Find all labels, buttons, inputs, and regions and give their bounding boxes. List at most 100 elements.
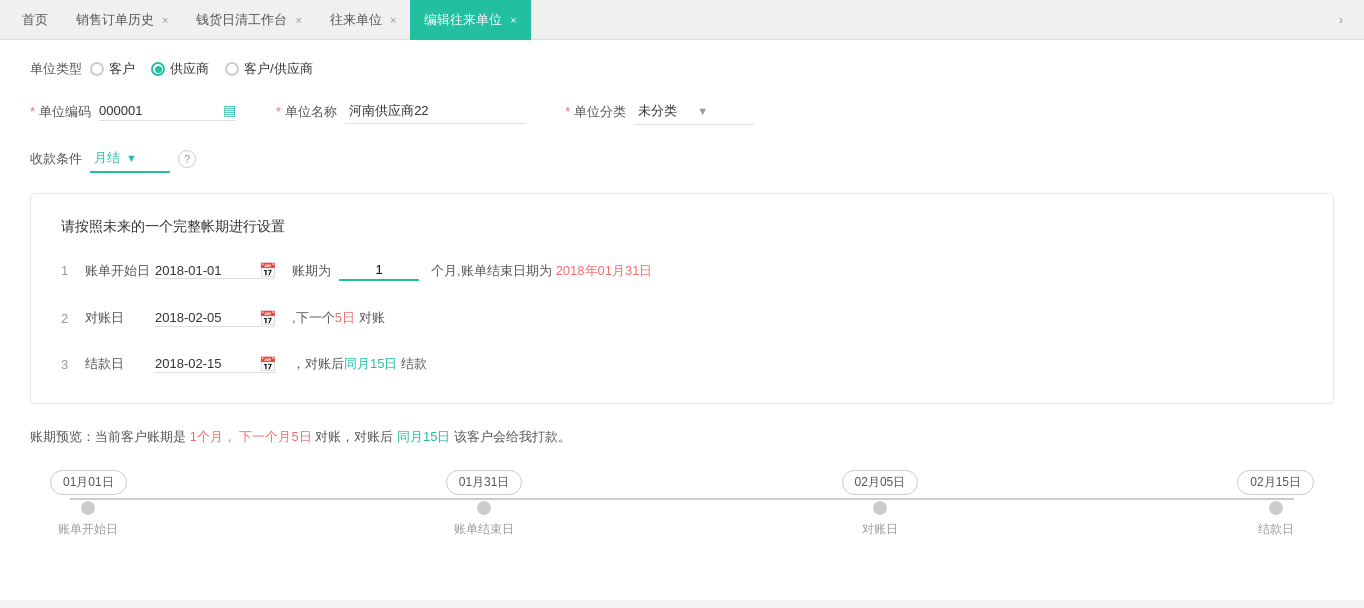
tab-partner[interactable]: 往来单位 × — [316, 0, 410, 40]
tl-label-1: 01月01日 — [50, 470, 127, 495]
tl-node-2: 01月31日 账单结束日 — [446, 470, 523, 538]
tl-node-4: 02月15日 结款日 — [1237, 470, 1314, 538]
period-input[interactable] — [339, 260, 419, 281]
unit-category-value: 未分类 — [638, 102, 691, 120]
tab-expand-button[interactable]: › — [1326, 12, 1356, 27]
unit-category-label: 单位分类 — [574, 103, 626, 121]
payment-prefix: ，对账后 — [292, 355, 344, 373]
preview-end: 该客户会给我打款。 — [454, 429, 571, 444]
reconcile-date-calendar-icon[interactable]: 📅 — [259, 310, 276, 326]
unit-type-row: 单位类型 客户 供应商 客户/供应商 — [30, 60, 1334, 78]
tl-sublabel-2: 账单结束日 — [454, 521, 514, 538]
tl-dot-4 — [1269, 501, 1283, 515]
close-edit-partner-tab[interactable]: × — [510, 14, 516, 26]
timeline-container: 01月01日 账单开始日 01月31日 账单结束日 02月05日 对账日 02月… — [30, 470, 1334, 538]
row-num-2: 2 — [61, 311, 85, 326]
unit-name-item: * 单位名称 — [276, 100, 525, 124]
unit-name-required: * — [276, 104, 281, 119]
tl-node-1: 01月01日 账单开始日 — [50, 470, 127, 538]
unit-category-arrow-icon: ▼ — [697, 105, 750, 117]
tl-sublabel-1: 账单开始日 — [58, 521, 118, 538]
row-label-3: 结款日 — [85, 355, 155, 373]
close-cashier-tab[interactable]: × — [295, 14, 301, 26]
unit-name-label: 单位名称 — [285, 103, 337, 121]
preview-middle: 下一个月5日 — [239, 429, 311, 444]
setting-row-2: 2 对账日 📅 ,下一个 5日 对账 — [61, 309, 1303, 327]
tl-dot-1 — [81, 501, 95, 515]
row-label-2: 对账日 — [85, 309, 155, 327]
setting-row-3: 3 结款日 📅 ，对账后 同月15日 结款 — [61, 355, 1303, 373]
tl-label-3: 02月05日 — [842, 470, 919, 495]
payment-date-input[interactable] — [155, 356, 255, 371]
radio-circle-both — [225, 62, 239, 76]
tab-edit-partner[interactable]: 编辑往来单位 × — [410, 0, 530, 40]
tl-dot-3 — [873, 501, 887, 515]
period-prefix: 账期为 — [292, 262, 331, 280]
payment-day-highlight: 同月15日 — [344, 355, 397, 373]
setting-row-1: 1 账单开始日 📅 账期为 个月,账单结束日期为 2018年01月31日 — [61, 260, 1303, 281]
page-content: 单位类型 客户 供应商 客户/供应商 * 单位编码 — [0, 40, 1364, 600]
tl-dot-2 — [477, 501, 491, 515]
payment-help-icon[interactable]: ? — [178, 150, 196, 168]
tl-label-4: 02月15日 — [1237, 470, 1314, 495]
unit-type-label: 单位类型 — [30, 60, 82, 78]
reconcile-suffix: 对账 — [359, 309, 385, 327]
tl-sublabel-4: 结款日 — [1258, 521, 1294, 538]
payment-condition-arrow-icon: ▼ — [126, 152, 137, 164]
settings-title: 请按照未来的一个完整帐期进行设置 — [61, 218, 1303, 236]
radio-label-supplier: 供应商 — [170, 60, 209, 78]
preview-period: 1个月， — [190, 429, 236, 444]
preview-mid2: 对账，对账后 — [315, 429, 393, 444]
timeline-nodes: 01月01日 账单开始日 01月31日 账单结束日 02月05日 对账日 02月… — [50, 470, 1314, 538]
unit-code-required: * — [30, 104, 35, 119]
radio-group-unit-type: 客户 供应商 客户/供应商 — [90, 60, 313, 78]
reconcile-day-highlight: 5日 — [335, 309, 355, 327]
end-date-highlight: 2018年01月31日 — [556, 262, 653, 280]
payment-condition-label: 收款条件 — [30, 150, 82, 168]
tab-sales-history[interactable]: 销售订单历史 × — [62, 0, 182, 40]
close-sales-history-tab[interactable]: × — [162, 14, 168, 26]
unit-code-input[interactable] — [99, 103, 219, 118]
payment-condition-row: 收款条件 月结 ▼ ? — [30, 145, 1334, 173]
unit-category-select[interactable]: 未分类 ▼ — [634, 98, 754, 125]
radio-customer[interactable]: 客户 — [90, 60, 135, 78]
close-partner-tab[interactable]: × — [390, 14, 396, 26]
row-num-1: 1 — [61, 263, 85, 278]
tl-node-3: 02月05日 对账日 — [842, 470, 919, 538]
period-suffix: 个月,账单结束日期为 — [431, 262, 552, 280]
preview-label: 账期预览：当前客户账期是 — [30, 429, 186, 444]
unit-type-item: 单位类型 客户 供应商 客户/供应商 — [30, 60, 313, 78]
payment-condition-value: 月结 — [94, 149, 120, 167]
reconcile-prefix: ,下一个 — [292, 309, 335, 327]
row-label-1: 账单开始日 — [85, 262, 155, 280]
radio-label-customer: 客户 — [109, 60, 135, 78]
tl-label-2: 01月31日 — [446, 470, 523, 495]
payment-condition-select[interactable]: 月结 ▼ — [90, 145, 170, 173]
radio-supplier[interactable]: 供应商 — [151, 60, 209, 78]
reconcile-date-input[interactable] — [155, 310, 255, 325]
unit-name-input[interactable] — [345, 100, 525, 124]
settings-box: 请按照未来的一个完整帐期进行设置 1 账单开始日 📅 账期为 个月,账单结束日期… — [30, 193, 1334, 404]
start-date-calendar-icon[interactable]: 📅 — [259, 262, 276, 278]
tl-sublabel-3: 对账日 — [862, 521, 898, 538]
payment-suffix: 结款 — [401, 355, 427, 373]
payment-date-calendar-icon[interactable]: 📅 — [259, 356, 276, 372]
tab-home[interactable]: 首页 — [8, 0, 62, 40]
unit-code-icon[interactable]: ▤ — [223, 102, 236, 118]
tab-bar: 首页 销售订单历史 × 钱货日清工作台 × 往来单位 × 编辑往来单位 × › — [0, 0, 1364, 40]
unit-code-input-wrap: ▤ — [99, 102, 236, 121]
radio-circle-customer — [90, 62, 104, 76]
unit-code-item: * 单位编码 ▤ — [30, 102, 236, 121]
preview-teal: 同月15日 — [397, 429, 450, 444]
tab-cashier[interactable]: 钱货日清工作台 × — [182, 0, 315, 40]
reconcile-date-wrap: 📅 — [155, 310, 276, 327]
unit-code-label: 单位编码 — [39, 103, 91, 121]
radio-both[interactable]: 客户/供应商 — [225, 60, 313, 78]
radio-circle-supplier — [151, 62, 165, 76]
start-date-wrap: 📅 — [155, 262, 276, 279]
start-date-input[interactable] — [155, 263, 255, 278]
row-num-3: 3 — [61, 357, 85, 372]
payment-date-wrap: 📅 — [155, 356, 276, 373]
unit-category-required: * — [565, 104, 570, 119]
unit-info-row: * 单位编码 ▤ * 单位名称 * 单位分类 未分类 ▼ — [30, 98, 1334, 125]
